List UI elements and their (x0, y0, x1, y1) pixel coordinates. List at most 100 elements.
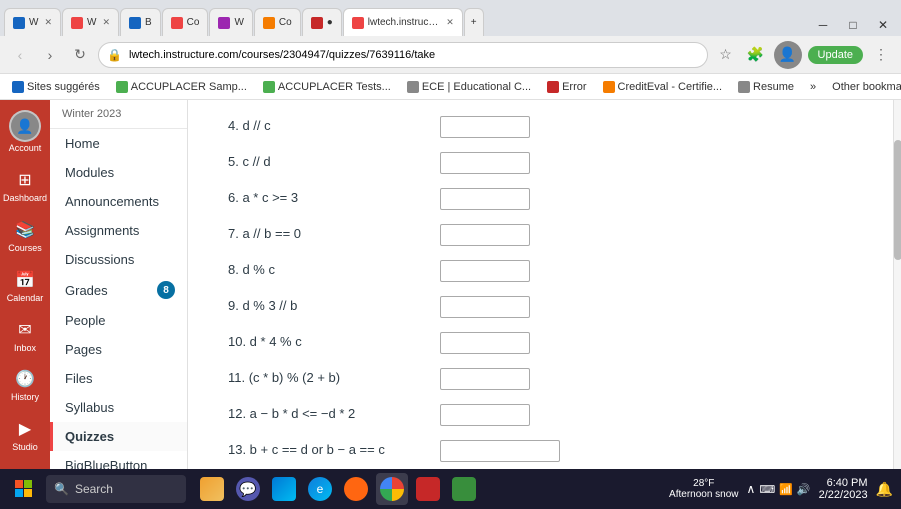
quiz-input-11[interactable] (440, 368, 530, 390)
extensions-button[interactable]: 🧩 (744, 43, 768, 67)
main-content: 4. d // c 5. c // d 6. a * c >= 3 7. a /… (188, 100, 893, 509)
taskbar-search-icon: 🔍 (54, 482, 69, 496)
quiz-input-10[interactable] (440, 332, 530, 354)
taskbar-firefox[interactable] (340, 473, 372, 505)
taskbar-other[interactable] (448, 473, 480, 505)
taskbar-search[interactable]: 🔍 Search (46, 475, 186, 503)
maximize-button[interactable]: □ (839, 14, 867, 36)
sidebar-item-syllabus[interactable]: Syllabus (50, 393, 187, 422)
quiz-input-5[interactable] (440, 152, 530, 174)
sidebar-item-files[interactable]: Files (50, 364, 187, 393)
tab-3[interactable]: B (120, 8, 161, 36)
sidebar-item-discussions[interactable]: Discussions (50, 245, 187, 274)
sidebar: Winter 2023 Home Modules Announcements A… (50, 100, 188, 509)
sidebar-quizzes-label: Quizzes (65, 429, 114, 444)
sidebar-item-pages[interactable]: Pages (50, 335, 187, 364)
quiz-input-13[interactable] (440, 440, 560, 462)
taskbar-explorer[interactable] (196, 473, 228, 505)
bookmark-star[interactable]: ☆ (714, 43, 738, 67)
quiz-input-6[interactable] (440, 188, 530, 210)
bookmark-crediteval[interactable]: CreditEval - Certifie... (599, 79, 727, 95)
forward-button[interactable]: › (38, 43, 62, 67)
taskbar-store[interactable] (268, 473, 300, 505)
tab-2[interactable]: W ✕ (62, 8, 119, 36)
bookmark-other[interactable]: Other bookmarks (828, 79, 901, 95)
address-bar[interactable]: 🔒 (98, 42, 708, 68)
tray-volume-icon[interactable]: 🔊 (797, 483, 811, 496)
tab-9[interactable]: + (464, 8, 484, 36)
scrollbar-thumb[interactable] (894, 140, 901, 260)
tab-5[interactable]: W (209, 8, 252, 36)
tray-keyboard-icon[interactable]: ⌨ (759, 483, 775, 496)
tab-favicon-4 (171, 17, 183, 29)
address-input[interactable] (129, 49, 677, 61)
reload-button[interactable]: ↻ (68, 43, 92, 67)
sidebar-item-announcements[interactable]: Announcements (50, 187, 187, 216)
profile-button[interactable]: 👤 (774, 41, 802, 69)
minimize-button[interactable]: ─ (809, 14, 837, 36)
sidebar-item-assignments[interactable]: Assignments (50, 216, 187, 245)
menu-button[interactable]: ⋮ (869, 43, 893, 67)
avatar: 👤 (9, 110, 41, 142)
quiz-label-11: 11. (c * b) % (2 + b) (228, 368, 428, 389)
weather-widget[interactable]: 28°F Afternoon snow (669, 478, 739, 500)
nav-history[interactable]: 🕐 History (3, 361, 47, 409)
sidebar-item-home[interactable]: Home (50, 129, 187, 158)
tab-active[interactable]: lwtech.instructure.com ✕ (343, 8, 463, 36)
tab-7[interactable]: ● (302, 8, 342, 36)
taskbar-antivirus[interactable] (412, 473, 444, 505)
bookmark-accuplacer2[interactable]: ACCUPLACER Tests... (259, 79, 395, 95)
sidebar-item-modules[interactable]: Modules (50, 158, 187, 187)
sidebar-item-grades[interactable]: Grades 8 (50, 274, 187, 306)
close-button[interactable]: ✕ (869, 14, 897, 36)
tray-network-icon[interactable]: 📶 (779, 483, 793, 496)
tray-up-arrow[interactable]: ∧ (747, 482, 756, 496)
nav-calendar[interactable]: 📅 Calendar (3, 262, 47, 310)
bookmark-more[interactable]: » (806, 79, 820, 95)
quiz-item-12: 12. a − b * d <= −d * 2 (228, 404, 853, 426)
sidebar-announcements-label: Announcements (65, 194, 159, 209)
quiz-input-4[interactable] (440, 116, 530, 138)
bookmark-resume[interactable]: Resume (734, 79, 798, 95)
quiz-input-7[interactable] (440, 224, 530, 246)
bookmark-ece[interactable]: ECE | Educational C... (403, 79, 535, 95)
quiz-input-9[interactable] (440, 296, 530, 318)
bookmark-error[interactable]: Error (543, 79, 590, 95)
sidebar-item-quizzes[interactable]: Quizzes (50, 422, 187, 451)
sidebar-files-label: Files (65, 371, 92, 386)
nav-dashboard[interactable]: ⊞ Dashboard (3, 162, 47, 210)
tab-close-2[interactable]: ✕ (102, 17, 110, 28)
tab-label-active: lwtech.instructure.com (368, 17, 440, 28)
taskbar-clock[interactable]: 6:40 PM 2/22/2023 (819, 477, 868, 501)
grades-badge: 8 (157, 281, 175, 299)
start-button[interactable] (8, 473, 40, 505)
update-button[interactable]: Update (808, 46, 863, 64)
bookmark-accuplacer1[interactable]: ACCUPLACER Samp... (112, 79, 251, 95)
taskbar-chat[interactable]: 💬 (232, 473, 264, 505)
quiz-label-12: 12. a − b * d <= −d * 2 (228, 404, 428, 425)
tab-1[interactable]: W ✕ (4, 8, 61, 36)
right-scrollbar[interactable] (893, 100, 901, 509)
back-button[interactable]: ‹ (8, 43, 32, 67)
nav-inbox[interactable]: ✉ Inbox (3, 312, 47, 360)
tab-4[interactable]: Co (162, 8, 209, 36)
inbox-icon: ✉ (13, 318, 37, 342)
quiz-input-12[interactable] (440, 404, 530, 426)
bookmark-sites[interactable]: Sites suggérés (8, 79, 104, 95)
notification-icon[interactable]: 🔔 (876, 481, 893, 498)
taskbar-chrome[interactable] (376, 473, 408, 505)
bookmark-label: ACCUPLACER Tests... (278, 81, 391, 93)
quiz-input-8[interactable] (440, 260, 530, 282)
tab-close-1[interactable]: ✕ (44, 17, 52, 28)
quiz-item-13: 13. b + c == d or b − a == c (228, 440, 853, 462)
nav-courses[interactable]: 📚 Courses (3, 212, 47, 260)
sidebar-item-people[interactable]: People (50, 306, 187, 335)
nav-account[interactable]: 👤 Account (3, 104, 47, 160)
taskbar-edge[interactable]: e (304, 473, 336, 505)
bookmark-label: Other bookmarks (832, 81, 901, 93)
nav-studio[interactable]: ▶ Studio (3, 411, 47, 459)
weather-temp: 28°F (693, 478, 714, 489)
tab-close-active[interactable]: ✕ (446, 17, 454, 28)
tab-6[interactable]: Co (254, 8, 301, 36)
bookmark-label: ECE | Educational C... (422, 81, 531, 93)
